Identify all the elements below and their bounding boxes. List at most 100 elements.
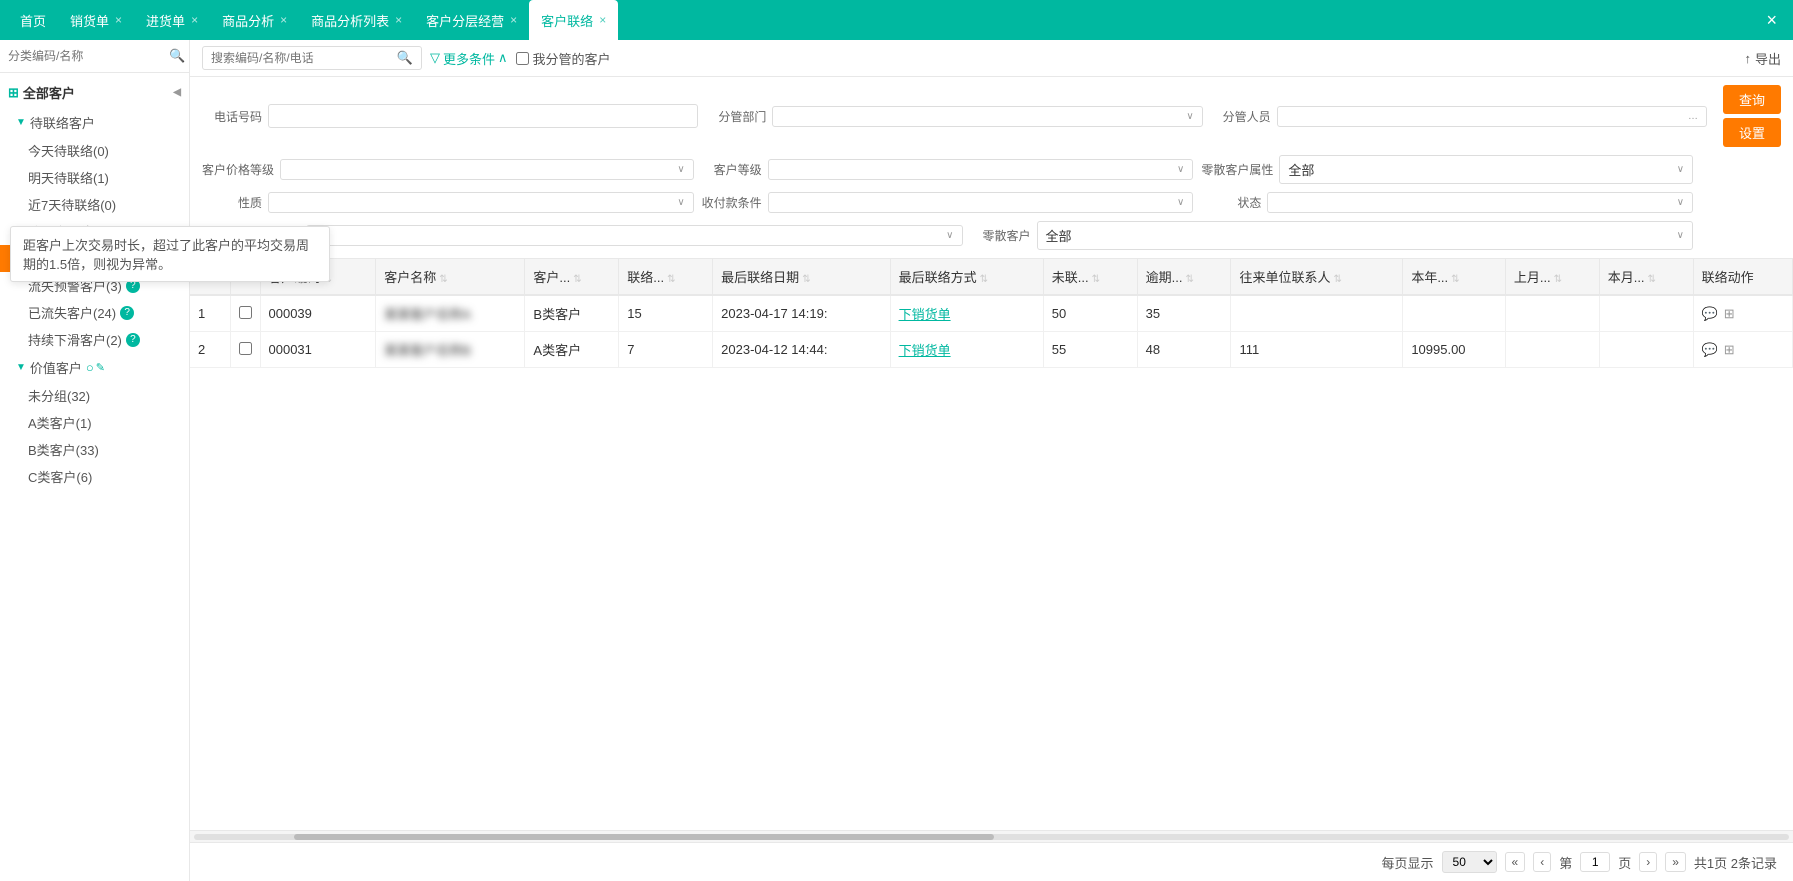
nav-home[interactable]: 首页 (8, 0, 58, 40)
last-method-sort-icon[interactable]: ⇅ (980, 274, 988, 285)
close-customer-contact-tab[interactable]: × (599, 13, 606, 27)
cell-actions-2: 💬 ⊞ (1693, 332, 1792, 368)
sidebar-item-b-class[interactable]: B类客户(33) (0, 436, 189, 463)
filter-person: 分管人员 … (1211, 106, 1707, 127)
this-year-sort-icon[interactable]: ⇅ (1451, 274, 1459, 285)
my-customers-checkbox-container[interactable]: 我分管的客户 (516, 49, 611, 68)
sidebar-item-today[interactable]: 今天待联络(0) (0, 137, 189, 164)
per-page-select[interactable]: 50 100 200 (1442, 851, 1497, 873)
sidebar-all-customers[interactable]: ⊞ 全部客户 ◀ (0, 77, 189, 108)
col-last-month: 上月...⇅ (1505, 259, 1599, 295)
nav-customer-contact[interactable]: 客户联络 × (529, 0, 618, 40)
next-page-button[interactable]: › (1639, 852, 1657, 872)
settings-button[interactable]: 设置 (1723, 118, 1781, 147)
related-sort-icon[interactable]: ⇅ (1333, 274, 1341, 285)
row1-grid-icon[interactable]: ⊞ (1724, 306, 1735, 322)
cell-index-2: 2 (190, 332, 230, 368)
cell-date-1: 2023-04-17 14:19: (713, 295, 890, 332)
row1-chat-icon[interactable]: 💬 (1702, 306, 1718, 322)
col-contact-count: 联络...⇅ (619, 259, 713, 295)
filter-status: 状态 ∨ (1201, 192, 1693, 213)
contact-sort-icon[interactable]: ⇅ (667, 274, 675, 285)
scrollbar-thumb[interactable] (294, 834, 994, 840)
sidebar-item-declining[interactable]: 持续下滑客户(2) ? (0, 326, 189, 353)
cell-check-1 (230, 295, 260, 332)
last-page-button[interactable]: » (1665, 852, 1686, 872)
no-contact-sort-icon[interactable]: ⇅ (1092, 274, 1100, 285)
filter-area: 电话号码 分管部门 ∨ 分管人员 … (190, 77, 1793, 259)
cell-last-month-1 (1505, 295, 1599, 332)
last-month-sort-icon[interactable]: ⇅ (1554, 274, 1562, 285)
close-purchase-tab[interactable]: × (191, 13, 198, 27)
sidebar-item-a-class[interactable]: A类客户(1) (0, 409, 189, 436)
window-close-button[interactable]: × (1758, 10, 1785, 31)
cell-last-month-2 (1505, 332, 1599, 368)
value-edit-icon[interactable]: ○ (86, 360, 94, 375)
nav-product-analysis[interactable]: 商品分析 × (210, 0, 299, 40)
scrollbar-track[interactable] (194, 834, 1789, 840)
table-footer: 每页显示 50 100 200 « ‹ 第 页 › » 共1页 2条记录 (190, 842, 1793, 881)
row2-grid-icon[interactable]: ⊞ (1724, 342, 1735, 358)
filter-status-select[interactable]: ∨ (1267, 192, 1693, 213)
close-product-analysis-tab[interactable]: × (280, 13, 287, 27)
filter-phone-input[interactable] (268, 104, 698, 128)
my-customers-checkbox[interactable] (516, 52, 529, 65)
close-customer-tier-tab[interactable]: × (510, 13, 517, 27)
nav-product-analysis-list[interactable]: 商品分析列表 × (299, 0, 414, 40)
filter-payment-select[interactable]: ∨ (768, 192, 1194, 213)
filter-row-1: 电话号码 分管部门 ∨ 分管人员 … (202, 85, 1781, 147)
prev-page-button[interactable]: ‹ (1533, 852, 1551, 872)
close-product-list-tab[interactable]: × (395, 13, 402, 27)
col-type: 客户...⇅ (525, 259, 619, 295)
filter-dept: 分管部门 ∨ (706, 106, 1202, 127)
nav-customer-tier[interactable]: 客户分层经营 × (414, 0, 529, 40)
sidebar-value-section[interactable]: ▼ 价值客户 ○ ✎ (0, 353, 189, 382)
horizontal-scrollbar[interactable] (190, 830, 1793, 842)
sidebar-item-7days[interactable]: 近7天待联络(0) (0, 191, 189, 218)
filter-price-level: 客户价格等级 ∨ (202, 159, 694, 180)
retail-attr-chevron-icon: ∨ (1677, 164, 1684, 175)
row2-chat-icon[interactable]: 💬 (1702, 342, 1718, 358)
action-buttons: 查询 设置 (1723, 85, 1781, 147)
filter-nature-label: 性质 (202, 194, 262, 211)
close-sales-tab[interactable]: × (115, 13, 122, 27)
filter-customer-level-select[interactable]: ∨ (768, 159, 1194, 180)
nav-purchase[interactable]: 进货单 × (134, 0, 210, 40)
query-button[interactable]: 查询 (1723, 85, 1781, 114)
value-settings-icon[interactable]: ✎ (96, 361, 105, 374)
cell-this-month-2 (1599, 332, 1693, 368)
filter-nature-select[interactable]: ∨ (268, 192, 694, 213)
name-sort-icon[interactable]: ⇅ (439, 274, 447, 285)
overdue-sort-icon[interactable]: ⇅ (1185, 274, 1193, 285)
sidebar-item-tomorrow[interactable]: 明天待联络(1) (0, 164, 189, 191)
this-month-sort-icon[interactable]: ⇅ (1648, 274, 1656, 285)
filter-customer-type-select[interactable]: ∨ (306, 225, 963, 246)
toolbar-search-input[interactable] (211, 51, 397, 65)
first-page-button[interactable]: « (1505, 852, 1526, 872)
col-this-month: 本月...⇅ (1599, 259, 1693, 295)
export-button[interactable]: ↑ 导出 (1744, 49, 1781, 68)
sidebar-item-churned[interactable]: 已流失客户(24) ? (0, 299, 189, 326)
sidebar-item-ungrouped[interactable]: 未分组(32) (0, 382, 189, 409)
last-date-sort-icon[interactable]: ⇅ (802, 274, 810, 285)
nav-sales[interactable]: 销货单 × (58, 0, 134, 40)
row2-checkbox[interactable] (239, 342, 252, 355)
filter-retail-attr-label: 零散客户属性 (1201, 161, 1273, 178)
toolbar: 🔍 ▽ 更多条件 ∧ 我分管的客户 ↑ 导出 (190, 40, 1793, 77)
sidebar-search-icon: 🔍 (169, 48, 185, 64)
filter-person-select[interactable]: … (1277, 106, 1707, 127)
filter-price-select[interactable]: ∨ (280, 159, 694, 180)
retail-customer-chevron-icon: ∨ (1677, 230, 1684, 241)
type-sort-icon[interactable]: ⇅ (573, 274, 581, 285)
sidebar: 🔍 ⊞ 全部客户 ◀ ▼ 待联络客户 今天待联络(0) 明天待联络(1) 近7天… (0, 40, 190, 881)
value-expand-icon: ▼ (16, 362, 26, 373)
filter-dept-select[interactable]: ∨ (772, 106, 1202, 127)
row1-checkbox[interactable] (239, 306, 252, 319)
sidebar-search-input[interactable] (8, 49, 163, 63)
filter-retail-customer-select[interactable]: 全部 ∨ (1037, 221, 1694, 250)
sidebar-pending-section[interactable]: ▼ 待联络客户 (0, 108, 189, 137)
sidebar-item-c-class[interactable]: C类客户(6) (0, 463, 189, 490)
more-conditions-button[interactable]: ▽ 更多条件 ∧ (430, 49, 508, 68)
filter-retail-attr-select[interactable]: 全部 ∨ (1279, 155, 1693, 184)
page-number-input[interactable] (1580, 852, 1610, 872)
